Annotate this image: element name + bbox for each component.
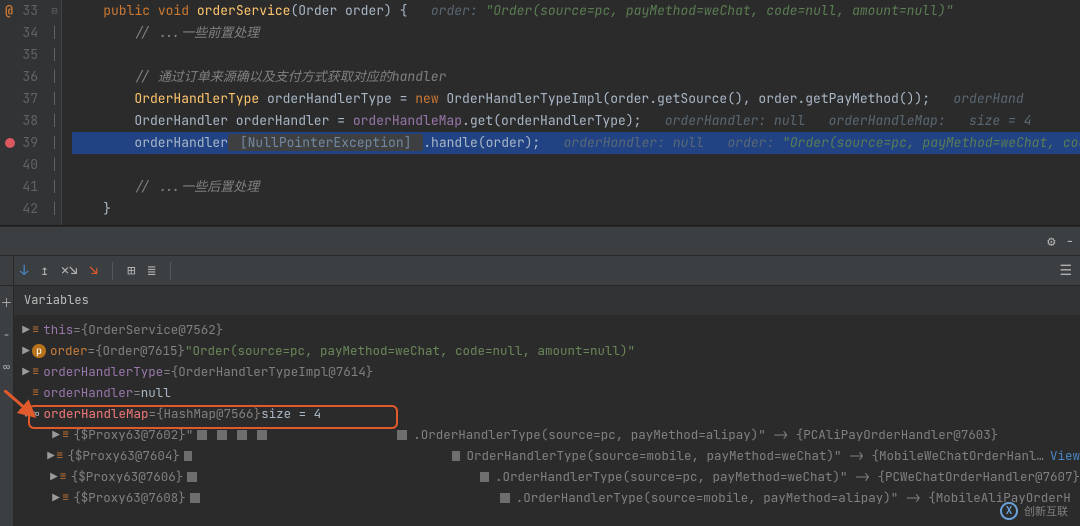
variable-row[interactable]: ▶≡orderHandlerType = {OrderHandlerTypeIm… — [20, 361, 1080, 382]
panel-side-icon[interactable]: − — [3, 327, 10, 343]
field-icon: ≡ — [60, 466, 67, 487]
variable-name: orderHandlerType — [43, 361, 163, 382]
step-action-icon[interactable]: ⊞ — [127, 262, 135, 280]
field-icon: ≡ — [62, 487, 69, 508]
step-action-icon[interactable]: ↥ — [40, 262, 48, 280]
parameter-icon: p — [32, 344, 46, 358]
variable-value: {Order@7615} — [95, 340, 185, 361]
brand-logo-icon: X — [1000, 502, 1018, 520]
redacted-block — [187, 472, 196, 482]
panel-side-icon[interactable]: ＋ — [0, 294, 12, 311]
code-line[interactable] — [72, 154, 1080, 176]
step-action-icon[interactable]: ✕↘ — [61, 262, 78, 280]
redacted-block — [190, 493, 200, 503]
minimize-icon[interactable]: − — [1066, 233, 1074, 251]
override-icon[interactable]: @ — [5, 0, 13, 22]
watermark-brand: X 创新互联 — [1000, 502, 1068, 520]
code-editor: @ 33343536373839404142 ⊟│││││││││ public… — [0, 0, 1080, 226]
field-icon: ≡ — [56, 445, 63, 466]
panel-side-icon[interactable]: ∞ — [3, 359, 10, 375]
code-line[interactable]: // ...一些后置处理 — [72, 176, 1080, 198]
code-line[interactable]: public void orderService(Order order) { … — [72, 0, 1080, 22]
variable-row[interactable]: ▶≡{$Proxy63@7604} OrderHandlerType(sourc… — [20, 445, 1080, 466]
variable-row[interactable]: ▶≡{$Proxy63@7602} ".OrderHandlerType(sou… — [20, 424, 1080, 445]
brand-text: 创新互联 — [1024, 503, 1068, 519]
breakpoint-icon[interactable] — [5, 138, 15, 148]
variable-row[interactable]: ▶porder = {Order@7615} "Order(source=pc,… — [20, 340, 1080, 361]
redacted-block — [257, 430, 267, 440]
variables-tree[interactable]: ▶≡this = {OrderService@7562}▶porder = {O… — [14, 315, 1080, 512]
variable-name: orderHandleMap — [44, 403, 149, 424]
infinity-icon: ∞ — [32, 403, 40, 424]
settings-icon[interactable]: ⚙ — [1047, 233, 1055, 251]
variable-name: orderHandler — [43, 382, 133, 403]
step-action-icon[interactable]: ↘ — [90, 262, 98, 280]
field-icon: ≡ — [32, 382, 39, 403]
variables-panel-title: Variables — [14, 286, 1080, 315]
variable-row[interactable]: ▼∞orderHandleMap = {HashMap@7566} size =… — [20, 403, 1080, 424]
field-icon: ≡ — [32, 319, 39, 340]
redacted-block — [237, 430, 247, 440]
redacted-block — [217, 430, 227, 440]
code-line[interactable]: // 通过订单来源确以及支付方式获取对应的handler — [72, 66, 1080, 88]
debug-step-toolbar: ↓ ↥ ✕↘ ↘ ⊞ ≣ ☰ — [0, 256, 1080, 286]
code-line[interactable]: } — [72, 198, 1080, 220]
tree-caret-icon[interactable]: ▶ — [48, 466, 59, 487]
code-line[interactable] — [72, 44, 1080, 66]
tree-caret-icon[interactable]: ▶ — [20, 340, 32, 361]
variable-value: {OrderService@7562} — [81, 319, 224, 340]
tree-caret-icon[interactable]: ▶ — [50, 487, 62, 508]
variable-tail: "Order(source=pc, payMethod=weChat, code… — [185, 340, 635, 361]
layout-icon[interactable]: ☰ — [1059, 262, 1072, 280]
code-area[interactable]: public void orderService(Order order) { … — [62, 0, 1080, 225]
variable-mapped-value: .OrderHandlerType(source=pc, payMethod=w… — [495, 466, 1080, 487]
variable-value: null — [141, 382, 171, 403]
step-action-icon[interactable]: ↓ — [20, 262, 28, 280]
field-icon: ≡ — [62, 424, 69, 445]
view-link[interactable]: View — [1050, 445, 1080, 466]
variable-value: {OrderHandlerTypeImpl@7614} — [171, 361, 374, 382]
code-line[interactable]: orderHandler [NullPointerException] .han… — [72, 132, 1080, 154]
variable-mapped-value: .OrderHandlerType(source=pc, payMethod=a… — [413, 424, 998, 445]
variable-mapped-value: OrderHandlerType(source=mobile, payMetho… — [466, 445, 1044, 466]
debug-toolbar: ⚙ − — [0, 226, 1080, 256]
variable-value: {HashMap@7566} — [156, 403, 261, 424]
tree-caret-icon[interactable]: ▼ — [20, 403, 32, 424]
code-line[interactable]: // ...一些前置处理 — [72, 22, 1080, 44]
panel-left-toolbar: ＋ − ∞ — [0, 286, 14, 526]
variable-row[interactable]: ▶≡this = {OrderService@7562} — [20, 319, 1080, 340]
variable-tail: size = 4 — [261, 403, 321, 424]
fold-column[interactable]: ⊟│││││││││ — [48, 0, 62, 225]
variable-name: {$Proxy63@7602} — [73, 424, 186, 445]
variable-name: {$Proxy63@7608} — [73, 487, 186, 508]
variable-name: this — [43, 319, 73, 340]
redacted-block — [184, 451, 193, 461]
debug-panel: ＋ − ∞ Variables ▶≡this = {OrderService@756… — [0, 286, 1080, 526]
variable-name: {$Proxy63@7606} — [71, 466, 184, 487]
code-line[interactable]: OrderHandlerType orderHandlerType = new … — [72, 88, 1080, 110]
step-action-icon[interactable]: ≣ — [148, 262, 156, 280]
variable-row[interactable]: ≡orderHandler = null — [20, 382, 1080, 403]
field-icon: ≡ — [32, 361, 39, 382]
variable-mapped-value: .OrderHandlerType(source=mobile, payMeth… — [516, 487, 1071, 508]
tree-caret-icon[interactable]: ▶ — [20, 319, 32, 340]
redacted-block — [197, 430, 207, 440]
line-number-gutter: @ 33343536373839404142 — [0, 0, 48, 225]
tree-caret-icon[interactable]: ▶ — [46, 445, 56, 466]
variable-name: order — [50, 340, 88, 361]
code-line[interactable]: OrderHandler orderHandler = orderHandleM… — [72, 110, 1080, 132]
variable-row[interactable]: ▶≡{$Proxy63@7606} .OrderHandlerType(sour… — [20, 466, 1080, 487]
variable-name: {$Proxy63@7604} — [67, 445, 180, 466]
variable-row[interactable]: ▶≡{$Proxy63@7608} .OrderHandlerType(sour… — [20, 487, 1080, 508]
tree-caret-icon[interactable]: ▶ — [20, 361, 32, 382]
tree-caret-icon[interactable]: ▶ — [50, 424, 62, 445]
